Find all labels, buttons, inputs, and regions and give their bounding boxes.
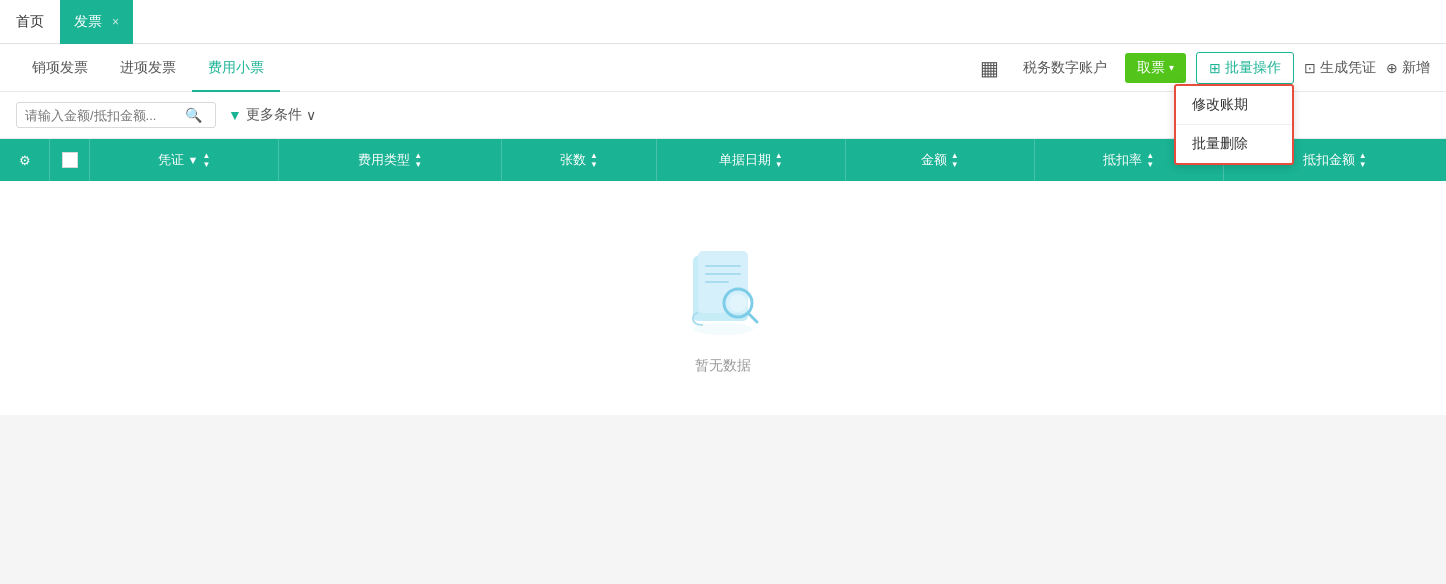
th-deduct-rate-sort[interactable]: ▲▼ [1146, 152, 1154, 169]
add-icon: ⊕ [1386, 60, 1398, 76]
th-count-sort[interactable]: ▲▼ [590, 152, 598, 169]
th-check[interactable] [50, 139, 90, 181]
batch-op-wrap: ⊞ 批量操作 修改账期 批量删除 [1196, 52, 1294, 84]
add-label: 新增 [1402, 59, 1430, 77]
th-expense-type: 费用类型 ▲▼ [279, 139, 502, 181]
settings-icon: ⚙ [19, 153, 31, 168]
batch-op-label: 批量操作 [1225, 59, 1281, 77]
table-area: ⚙ 凭证 ▼ ▲▼ 费用类型 ▲▼ 张数 ▲▼ 单据日期 ▲▼ 金额 ▲▼ 抵扣… [0, 139, 1446, 415]
th-deduct-amount-sort[interactable]: ▲▼ [1359, 152, 1367, 169]
gen-voucher-label: 生成凭证 [1320, 59, 1376, 77]
th-amount: 金额 ▲▼ [846, 139, 1035, 181]
th-count-label: 张数 [560, 151, 586, 169]
search-icon: 🔍 [185, 107, 202, 123]
add-button[interactable]: ⊕ 新增 [1386, 59, 1430, 77]
nav-tab-label: 发票 [74, 13, 102, 31]
nav-tab-invoice[interactable]: 发票 × [60, 0, 133, 44]
th-deduct-rate-label: 抵扣率 [1103, 151, 1142, 169]
batch-op-button[interactable]: ⊞ 批量操作 [1196, 52, 1294, 84]
tab-sales-invoice[interactable]: 销项发票 [16, 45, 104, 92]
th-date-label: 单据日期 [719, 151, 771, 169]
header-checkbox[interactable] [62, 152, 78, 168]
more-conditions-arrow-icon: ∨ [306, 107, 316, 123]
more-conditions-button[interactable]: ▼ 更多条件 ∨ [228, 106, 316, 124]
close-tab-icon[interactable]: × [112, 15, 119, 29]
gen-voucher-button[interactable]: ⊡ 生成凭证 [1304, 59, 1376, 77]
th-voucher: 凭证 ▼ ▲▼ [90, 139, 279, 181]
svg-point-7 [729, 294, 747, 312]
th-voucher-label: 凭证 [158, 151, 184, 169]
th-expense-type-label: 费用类型 [358, 151, 410, 169]
top-nav: 首页 发票 × [0, 0, 1446, 44]
th-deduct-amount-label: 抵扣金额 [1303, 151, 1355, 169]
th-expense-type-sort[interactable]: ▲▼ [414, 152, 422, 169]
search-input-wrap: 🔍 [16, 102, 216, 128]
take-ticket-arrow-icon: ▾ [1169, 62, 1174, 73]
tab-expense-ticket[interactable]: 费用小票 [192, 45, 280, 92]
nav-home[interactable]: 首页 [0, 13, 60, 31]
take-ticket-button[interactable]: 取票 ▾ [1125, 53, 1186, 83]
batch-op-dropdown: 修改账期 批量删除 [1174, 84, 1294, 165]
th-settings[interactable]: ⚙ [0, 139, 50, 181]
th-date: 单据日期 ▲▼ [657, 139, 846, 181]
take-ticket-label: 取票 [1137, 59, 1165, 77]
dropdown-item-change-period[interactable]: 修改账期 [1176, 86, 1292, 124]
toolbar: ▦ 税务数字账户 取票 ▾ ⊞ 批量操作 修改账期 批量删除 ⊡ 生成凭证 ⊕ … [973, 52, 1430, 84]
filter-icon: ▼ [228, 107, 242, 123]
batch-op-icon: ⊞ [1209, 60, 1221, 76]
sub-nav: 销项发票 进项发票 费用小票 ▦ 税务数字账户 取票 ▾ ⊞ 批量操作 修改账期… [0, 44, 1446, 92]
gen-voucher-icon: ⊡ [1304, 60, 1316, 76]
search-input[interactable] [25, 108, 185, 123]
more-conditions-label: 更多条件 [246, 106, 302, 124]
empty-icon [673, 241, 773, 341]
th-amount-label: 金额 [921, 151, 947, 169]
th-voucher-sort[interactable]: ▲▼ [202, 152, 210, 169]
th-count: 张数 ▲▼ [502, 139, 657, 181]
empty-state: 暂无数据 [0, 181, 1446, 415]
tab-input-invoice[interactable]: 进项发票 [104, 45, 192, 92]
th-amount-sort[interactable]: ▲▼ [951, 152, 959, 169]
svg-line-8 [748, 313, 757, 322]
tax-account-button[interactable]: 税务数字账户 [1015, 59, 1115, 77]
th-voucher-filter-icon[interactable]: ▼ [188, 154, 199, 166]
sub-nav-tabs: 销项发票 进项发票 费用小票 [16, 44, 280, 91]
dropdown-item-batch-delete[interactable]: 批量删除 [1176, 124, 1292, 163]
th-date-sort[interactable]: ▲▼ [775, 152, 783, 169]
empty-text: 暂无数据 [695, 357, 751, 375]
qr-code-button[interactable]: ▦ [973, 52, 1005, 84]
